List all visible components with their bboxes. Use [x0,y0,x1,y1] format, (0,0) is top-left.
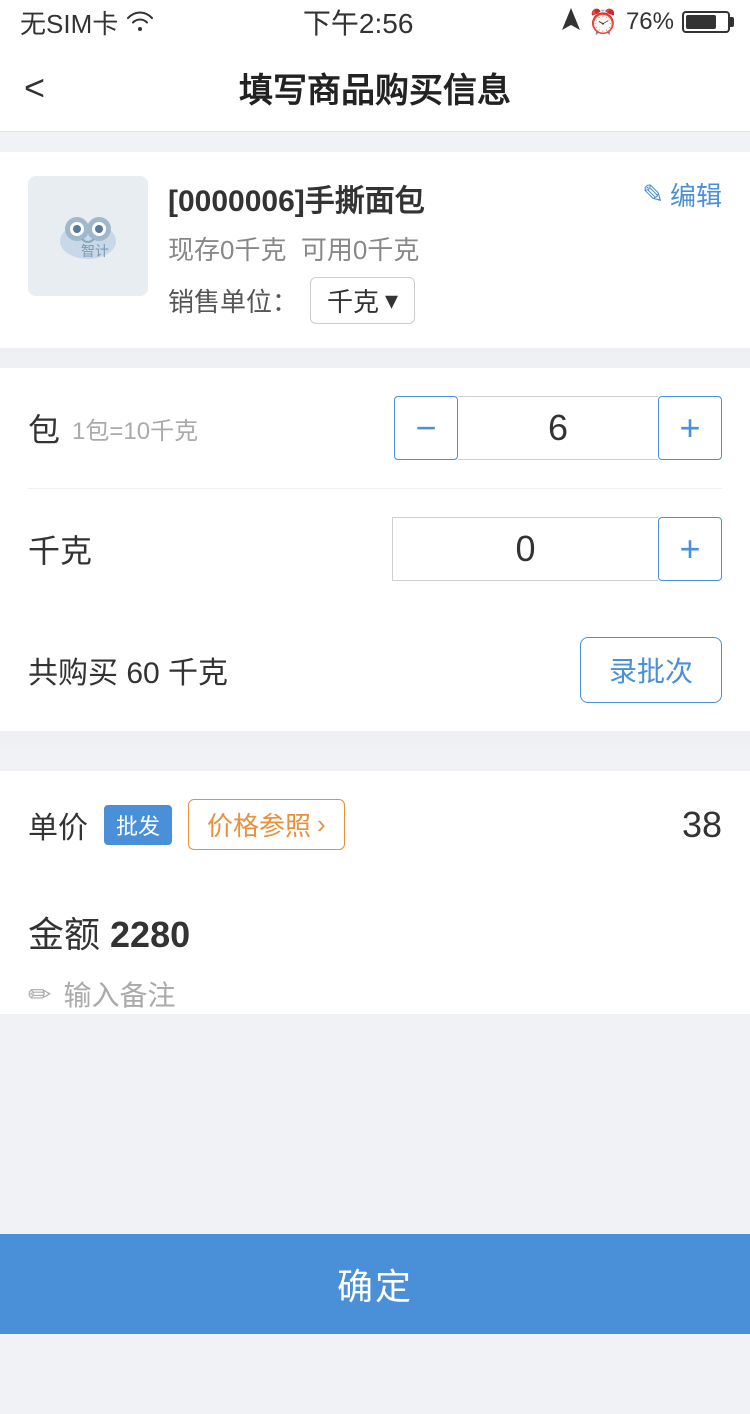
section-divider-2 [0,731,750,751]
note-pencil-icon: ✏ [28,978,51,1011]
wifi-icon [126,7,154,38]
product-image: 智计 [28,176,148,296]
bag-increment-button[interactable]: + [658,396,722,460]
kg-input-row: 千克 + [28,489,722,609]
amount-section: 金额 2280 ✏ 输入备注 [0,878,750,1014]
product-card: 智计 [0000006]手撕面包 现存0千克 可用0千克 销售单位： 千克 ▾ … [0,152,750,348]
kg-qty-control: + [392,517,722,581]
bag-sub-label: 1包=10千克 [72,411,198,446]
price-tag: 批发 [104,805,172,845]
price-chevron-icon: › [317,809,326,840]
battery-icon [682,11,730,33]
summary-section: 共购买 60 千克 录批次 [0,609,750,731]
bag-decrement-button[interactable]: − [394,396,458,460]
product-stock: 现存0千克 可用0千克 [168,230,722,267]
price-ref-button[interactable]: 价格参照 › [188,799,345,850]
input-section: 包 1包=10千克 − + 千克 + [0,368,750,609]
bag-input-row: 包 1包=10千克 − + [28,368,722,489]
chevron-down-icon: ▾ [385,285,398,316]
empty-spacer [0,1014,750,1414]
battery-percent: 76% [626,8,674,36]
back-button[interactable]: < [24,67,45,109]
kg-increment-button[interactable]: + [658,517,722,581]
product-unit-row: 销售单位： 千克 ▾ [168,277,722,324]
section-divider-1 [0,348,750,368]
confirm-button[interactable]: 确定 [0,1234,750,1334]
product-logo-icon: 智计 [53,201,123,272]
nav-bar: < 填写商品购买信息 [0,44,750,132]
batch-button[interactable]: 录批次 [580,637,722,703]
price-section: 单价 批发 价格参照 › 38 [0,771,750,878]
summary-text: 共购买 60 千克 [28,648,228,692]
kg-qty-input[interactable] [392,517,658,581]
svg-text:智计: 智计 [81,244,109,260]
status-left: 无SIM卡 [20,4,154,41]
bag-label: 包 1包=10千克 [28,405,198,451]
unit-select[interactable]: 千克 ▾ [310,277,415,324]
bag-qty-input[interactable] [458,396,658,460]
edit-button[interactable]: ✎ 编辑 [642,176,722,213]
status-bar: 无SIM卡 下午2:56 ⏰ 76% [0,0,750,44]
gps-icon [562,8,580,37]
price-label: 单价 [28,803,88,847]
bag-qty-control: − + [394,396,722,460]
price-value: 38 [682,804,722,846]
status-time: 下午2:56 [303,2,414,42]
note-placeholder[interactable]: 输入备注 [63,974,175,1014]
price-ref-label: 价格参照 [207,806,311,843]
note-row: ✏ 输入备注 [28,974,722,1014]
amount-row: 金额 2280 [28,906,722,958]
kg-label: 千克 [28,526,92,572]
product-name: [0000006]手撕面包 [168,176,722,220]
page-title: 填写商品购买信息 [239,63,511,112]
amount-value: 2280 [110,914,190,955]
product-info: [0000006]手撕面包 现存0千克 可用0千克 销售单位： 千克 ▾ [168,176,722,324]
status-right: ⏰ 76% [562,8,730,37]
edit-pencil-icon: ✎ [642,179,664,210]
alarm-icon: ⏰ [588,8,618,37]
carrier-text: 无SIM卡 [20,4,118,41]
